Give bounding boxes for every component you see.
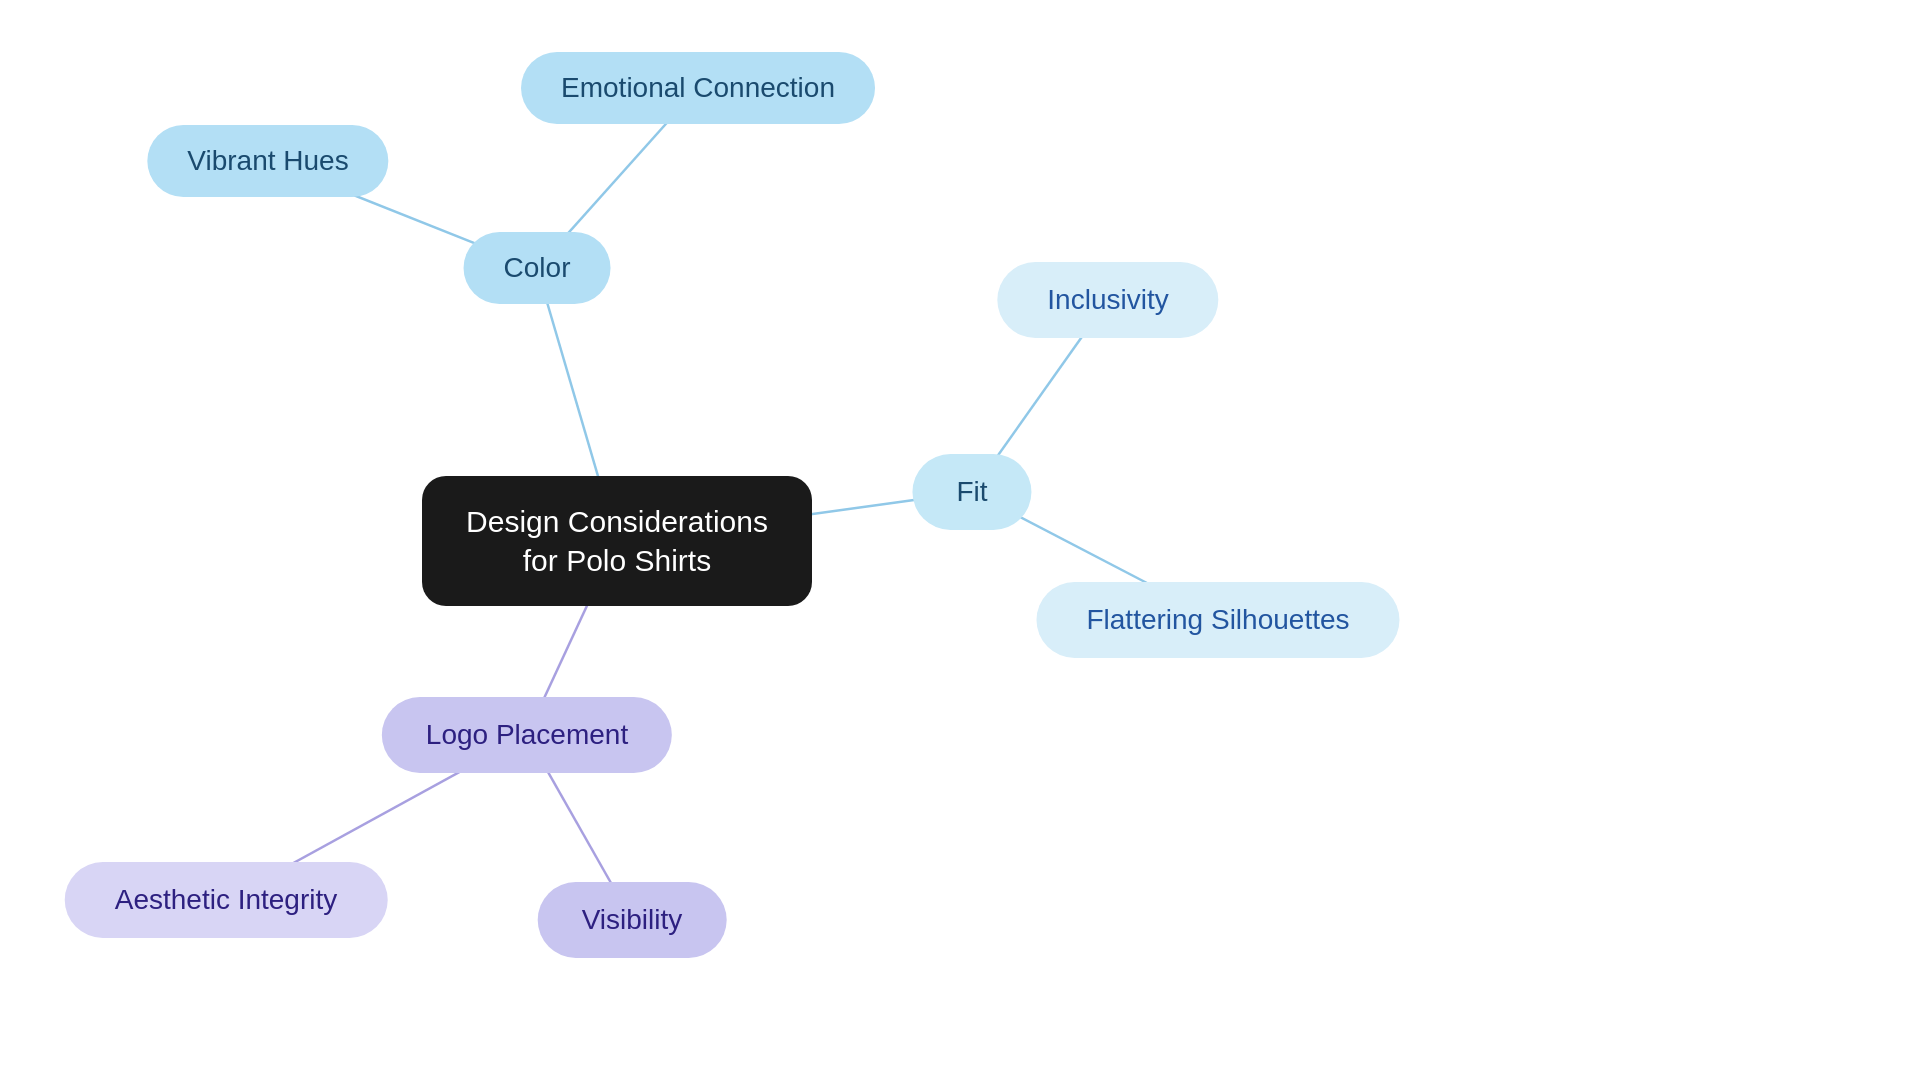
inclusivity-node: Inclusivity (997, 262, 1218, 338)
visibility-node: Visibility (538, 882, 727, 958)
center-node-label: Design Considerations for Polo Shirts (452, 502, 782, 580)
color-node-label: Color (504, 252, 571, 284)
flattering-silhouettes-node: Flattering Silhouettes (1036, 582, 1399, 658)
fit-node: Fit (912, 454, 1031, 530)
vibrant-hues-node: Vibrant Hues (147, 125, 388, 197)
emotional-connection-node: Emotional Connection (521, 52, 875, 124)
logo-placement-label: Logo Placement (426, 719, 628, 751)
logo-placement-node: Logo Placement (382, 697, 672, 773)
emotional-connection-label: Emotional Connection (561, 72, 835, 104)
visibility-label: Visibility (582, 904, 683, 936)
inclusivity-label: Inclusivity (1047, 284, 1168, 316)
vibrant-hues-label: Vibrant Hues (187, 145, 348, 177)
aesthetic-integrity-label: Aesthetic Integrity (115, 884, 338, 916)
flattering-silhouettes-label: Flattering Silhouettes (1086, 604, 1349, 636)
fit-node-label: Fit (956, 476, 987, 508)
aesthetic-integrity-node: Aesthetic Integrity (65, 862, 388, 938)
center-node: Design Considerations for Polo Shirts (422, 476, 812, 606)
color-node: Color (464, 232, 611, 304)
